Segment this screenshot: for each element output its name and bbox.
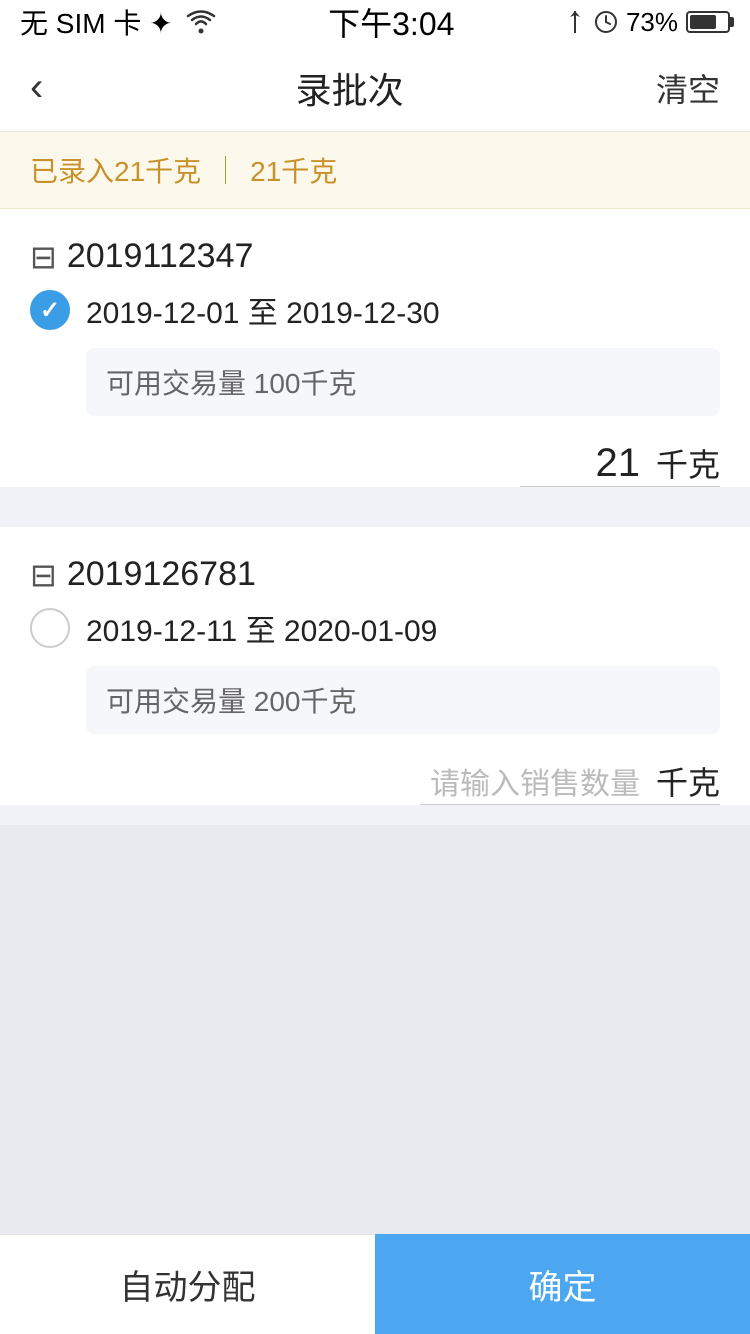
qty-divider-1 [520, 486, 720, 487]
qty-unit-1: 千克 [656, 440, 720, 486]
qty-value-1: 21 [595, 441, 640, 486]
status-right: 73% [564, 7, 730, 38]
batch-doc-icon: ⊟ [30, 238, 57, 276]
batch-header-2: ⊟ 2019126781 [30, 555, 720, 594]
location-icon [564, 9, 586, 35]
clock-icon [594, 10, 618, 34]
batch-item-2[interactable]: ⊟ 2019126781 2019-12-11 至 2020-01-09 可用交… [0, 527, 750, 734]
status-time: 下午3:04 [328, 0, 454, 45]
qty-row-1: 21 千克 [0, 416, 750, 486]
available-qty-2: 可用交易量 200千克 [86, 666, 720, 734]
clear-button[interactable]: 清空 [656, 65, 720, 111]
recorded-label: 已录入21千克 [30, 150, 201, 190]
batch-date-1: 2019-12-01 至 2019-12-30 [86, 288, 440, 332]
battery-icon [686, 11, 730, 33]
batch-id-1: 2019112347 [67, 237, 254, 276]
batch-card-2: ⊟ 2019126781 2019-12-11 至 2020-01-09 可用交… [0, 527, 750, 805]
batch-id-2: 2019126781 [67, 555, 256, 594]
sim-label: 无 SIM 卡 ✦ [20, 2, 173, 42]
batch-item-1[interactable]: ⊟ 2019112347 2019-12-01 至 2019-12-30 可用交… [0, 209, 750, 416]
status-bar: 无 SIM 卡 ✦ 下午3:04 73% [0, 0, 750, 44]
summary-divider [225, 156, 226, 184]
confirm-button[interactable]: 确定 [375, 1234, 750, 1334]
radio-1[interactable] [30, 290, 70, 330]
back-button[interactable]: ‹ [30, 65, 43, 110]
batch-date-2: 2019-12-11 至 2020-01-09 [86, 606, 437, 650]
batch-date-row-1: 2019-12-01 至 2019-12-30 [30, 288, 720, 332]
batch-header-1: ⊟ 2019112347 [30, 237, 720, 276]
radio-2[interactable] [30, 608, 70, 648]
wifi-icon [183, 9, 219, 35]
summary-banner: 已录入21千克 21千克 [0, 132, 750, 209]
section-gap [0, 507, 750, 527]
summary-amount: 21千克 [250, 150, 337, 190]
qty-divider-2 [420, 804, 720, 805]
qty-placeholder-row-2: 请输入销售数量 千克 [0, 734, 750, 804]
footer: 自动分配 确定 [0, 1234, 750, 1334]
batch-card-1: ⊟ 2019112347 2019-12-01 至 2019-12-30 可用交… [0, 209, 750, 487]
battery-pct: 73% [626, 7, 678, 38]
nav-bar: ‹ 录批次 清空 [0, 44, 750, 132]
batch-doc-icon-2: ⊟ [30, 556, 57, 594]
auto-distribute-button[interactable]: 自动分配 [0, 1234, 375, 1334]
available-qty-1: 可用交易量 100千克 [86, 348, 720, 416]
page-title: 录批次 [296, 62, 404, 114]
batch-date-row-2: 2019-12-11 至 2020-01-09 [30, 606, 720, 650]
qty-placeholder-2: 请输入销售数量 [430, 759, 640, 803]
qty-unit-2: 千克 [656, 758, 720, 804]
status-left: 无 SIM 卡 ✦ [20, 2, 219, 42]
